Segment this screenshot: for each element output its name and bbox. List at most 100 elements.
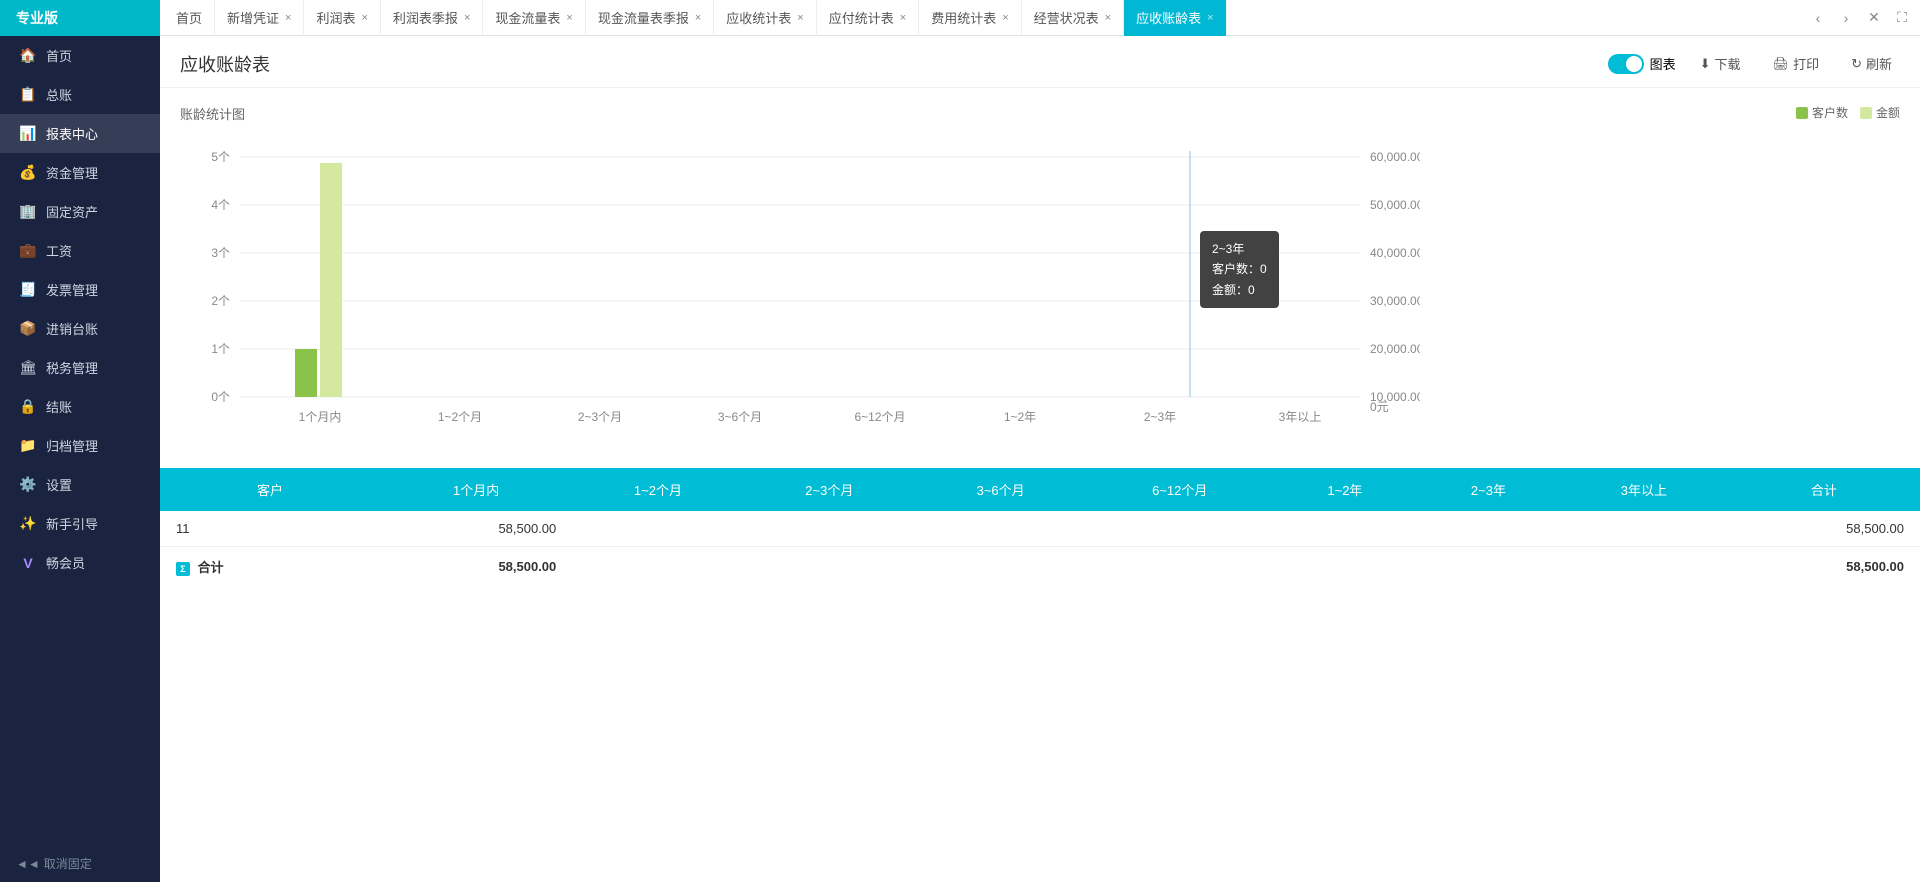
sidebar-item-close[interactable]: 🔒 结账 bbox=[0, 387, 160, 426]
unpin-sidebar-button[interactable]: ◄◄ 取消固定 bbox=[0, 845, 160, 882]
sidebar-item-ledger[interactable]: 📋 总账 bbox=[0, 75, 160, 114]
tab-business-stat[interactable]: 经营状况表 × bbox=[1022, 0, 1124, 36]
tab-profit-close[interactable]: × bbox=[361, 12, 367, 24]
toggle-track[interactable] bbox=[1608, 54, 1644, 74]
tab-receivable-stat-label: 应收统计表 bbox=[726, 8, 791, 27]
col-m1: 1个月内 bbox=[380, 468, 572, 511]
sidebar-item-archive[interactable]: 📁 归档管理 bbox=[0, 426, 160, 465]
svg-text:1~2年: 1~2年 bbox=[1004, 410, 1036, 424]
sidebar-item-invoice[interactable]: 🧾 发票管理 bbox=[0, 270, 160, 309]
tab-cashflow-quarter[interactable]: 现金流量表季报 × bbox=[586, 0, 714, 36]
svg-text:2~3年: 2~3年 bbox=[1144, 410, 1176, 424]
print-button[interactable]: 🖨 打印 bbox=[1765, 50, 1828, 77]
refresh-button[interactable]: ↻ 刷新 bbox=[1843, 50, 1900, 77]
tab-fullscreen-button[interactable]: ⛶ bbox=[1888, 0, 1916, 36]
sidebar-item-stock[interactable]: 📦 进销台账 bbox=[0, 309, 160, 348]
tab-home[interactable]: 首页 bbox=[164, 0, 215, 36]
tab-profit-quarter-close[interactable]: × bbox=[464, 12, 470, 24]
tab-expense-stat-close[interactable]: × bbox=[1002, 12, 1008, 24]
svg-text:2~3个月: 2~3个月 bbox=[578, 410, 622, 424]
app-logo: 专业版 bbox=[0, 0, 160, 36]
svg-text:3年以上: 3年以上 bbox=[1279, 410, 1322, 424]
sidebar-item-vip[interactable]: V 畅会员 bbox=[0, 543, 160, 582]
tab-cashflow[interactable]: 现金流量表 × bbox=[483, 0, 585, 36]
col-m3-6: 3~6个月 bbox=[915, 468, 1086, 511]
svg-text:60,000.00元: 60,000.00元 bbox=[1370, 150, 1420, 164]
tab-cashflow-close[interactable]: × bbox=[566, 12, 572, 24]
tab-aging-close[interactable]: × bbox=[1207, 12, 1213, 24]
col-total: 合计 bbox=[1728, 468, 1920, 511]
footer-m2-3 bbox=[744, 547, 915, 587]
col-y3plus: 3年以上 bbox=[1560, 468, 1727, 511]
total-icon: Σ bbox=[176, 562, 190, 576]
footer-m1-2 bbox=[572, 547, 743, 587]
table-row: 11 58,500.00 58,500.00 bbox=[160, 511, 1920, 547]
sidebar-item-home[interactable]: 🏠 首页 bbox=[0, 36, 160, 75]
svg-text:50,000.00元: 50,000.00元 bbox=[1370, 198, 1420, 212]
sidebar-item-funds[interactable]: 💰 资金管理 bbox=[0, 153, 160, 192]
cell-y1-2 bbox=[1273, 511, 1417, 547]
svg-text:1~2个月: 1~2个月 bbox=[438, 410, 482, 424]
col-customer: 客户 bbox=[160, 468, 380, 511]
sidebar-item-reports[interactable]: 📊 报表中心 bbox=[0, 114, 160, 153]
chart-area: 账龄统计图 客户数 金额 5个 4个 3个 2个 bbox=[160, 88, 1920, 468]
tab-voucher-close[interactable]: × bbox=[285, 12, 291, 24]
sidebar-item-label: 进销台账 bbox=[46, 319, 98, 338]
sidebar-item-label: 设置 bbox=[46, 475, 72, 494]
tab-home-label: 首页 bbox=[176, 8, 202, 27]
table-header-row: 客户 1个月内 1~2个月 2~3个月 3~6个月 6~12个月 1~2年 2~… bbox=[160, 468, 1920, 511]
chart-toggle[interactable]: 图表 bbox=[1608, 54, 1676, 74]
tab-payable-stat-label: 应付统计表 bbox=[829, 8, 894, 27]
tab-receivable-stat-close[interactable]: × bbox=[797, 12, 803, 24]
sidebar-item-label: 结账 bbox=[46, 397, 72, 416]
ledger-icon: 📋 bbox=[20, 87, 36, 103]
svg-text:2个: 2个 bbox=[211, 294, 230, 308]
svg-text:3~6个月: 3~6个月 bbox=[718, 410, 762, 424]
cell-m6-12 bbox=[1086, 511, 1273, 547]
sidebar-item-label: 固定资产 bbox=[46, 202, 98, 221]
sidebar-item-assets[interactable]: 🏢 固定资产 bbox=[0, 192, 160, 231]
assets-icon: 🏢 bbox=[20, 204, 36, 220]
download-button[interactable]: ⬇ 下载 bbox=[1692, 50, 1749, 77]
svg-text:0个: 0个 bbox=[211, 390, 230, 404]
footer-label-text: 合计 bbox=[198, 560, 224, 575]
tab-profit[interactable]: 利润表 × bbox=[304, 0, 380, 36]
legend-customer-label: 客户数 bbox=[1812, 104, 1848, 121]
tab-bar: 首页 新增凭证 × 利润表 × 利润表季报 × 现金流量表 × 现金流量表季报 … bbox=[160, 0, 1920, 36]
sidebar-item-label: 首页 bbox=[46, 46, 72, 65]
page-header: 应收账龄表 图表 ⬇ 下载 🖨 打印 ↻ 刷新 bbox=[160, 36, 1920, 88]
col-y2-3: 2~3年 bbox=[1417, 468, 1561, 511]
sidebar-item-salary[interactable]: 💼 工资 bbox=[0, 231, 160, 270]
table-body: 11 58,500.00 58,500.00 bbox=[160, 511, 1920, 547]
toggle-knob bbox=[1626, 56, 1642, 72]
archive-icon: 📁 bbox=[20, 438, 36, 454]
reports-icon: 📊 bbox=[20, 126, 36, 142]
footer-label: Σ 合计 bbox=[160, 547, 380, 587]
tab-payable-stat[interactable]: 应付统计表 × bbox=[817, 0, 919, 36]
bar-m1-amount bbox=[320, 163, 342, 397]
tab-next-button[interactable]: › bbox=[1832, 0, 1860, 36]
tab-profit-quarter[interactable]: 利润表季报 × bbox=[381, 0, 483, 36]
sidebar-item-guide[interactable]: ✨ 新手引导 bbox=[0, 504, 160, 543]
tab-cashflow-quarter-label: 现金流量表季报 bbox=[598, 8, 689, 27]
tab-business-stat-close[interactable]: × bbox=[1105, 12, 1111, 24]
chart-title: 账龄统计图 bbox=[180, 104, 1900, 123]
tab-voucher-label: 新增凭证 bbox=[227, 8, 279, 27]
tab-close-all-button[interactable]: ✕ bbox=[1860, 0, 1888, 36]
tab-payable-stat-close[interactable]: × bbox=[900, 12, 906, 24]
tab-receivable-stat[interactable]: 应收统计表 × bbox=[714, 0, 816, 36]
footer-m6-12 bbox=[1086, 547, 1273, 587]
tab-expense-stat[interactable]: 费用统计表 × bbox=[919, 0, 1021, 36]
tab-prev-button[interactable]: ‹ bbox=[1804, 0, 1832, 36]
chart-svg: 5个 4个 3个 2个 1个 0个 60,000.00元 50,000.00元 … bbox=[180, 131, 1420, 451]
sidebar-item-settings[interactable]: ⚙️ 设置 bbox=[0, 465, 160, 504]
tab-cashflow-quarter-close[interactable]: × bbox=[695, 12, 701, 24]
tab-voucher[interactable]: 新增凭证 × bbox=[215, 0, 304, 36]
sidebar-item-label: 报表中心 bbox=[46, 124, 98, 143]
salary-icon: 💼 bbox=[20, 243, 36, 259]
tab-profit-quarter-label: 利润表季报 bbox=[393, 8, 458, 27]
tab-aging[interactable]: 应收账龄表 × bbox=[1124, 0, 1226, 36]
svg-text:1个月内: 1个月内 bbox=[299, 410, 342, 424]
sidebar-item-tax[interactable]: 🏛 税务管理 bbox=[0, 348, 160, 387]
footer-total: 58,500.00 bbox=[1728, 547, 1920, 587]
